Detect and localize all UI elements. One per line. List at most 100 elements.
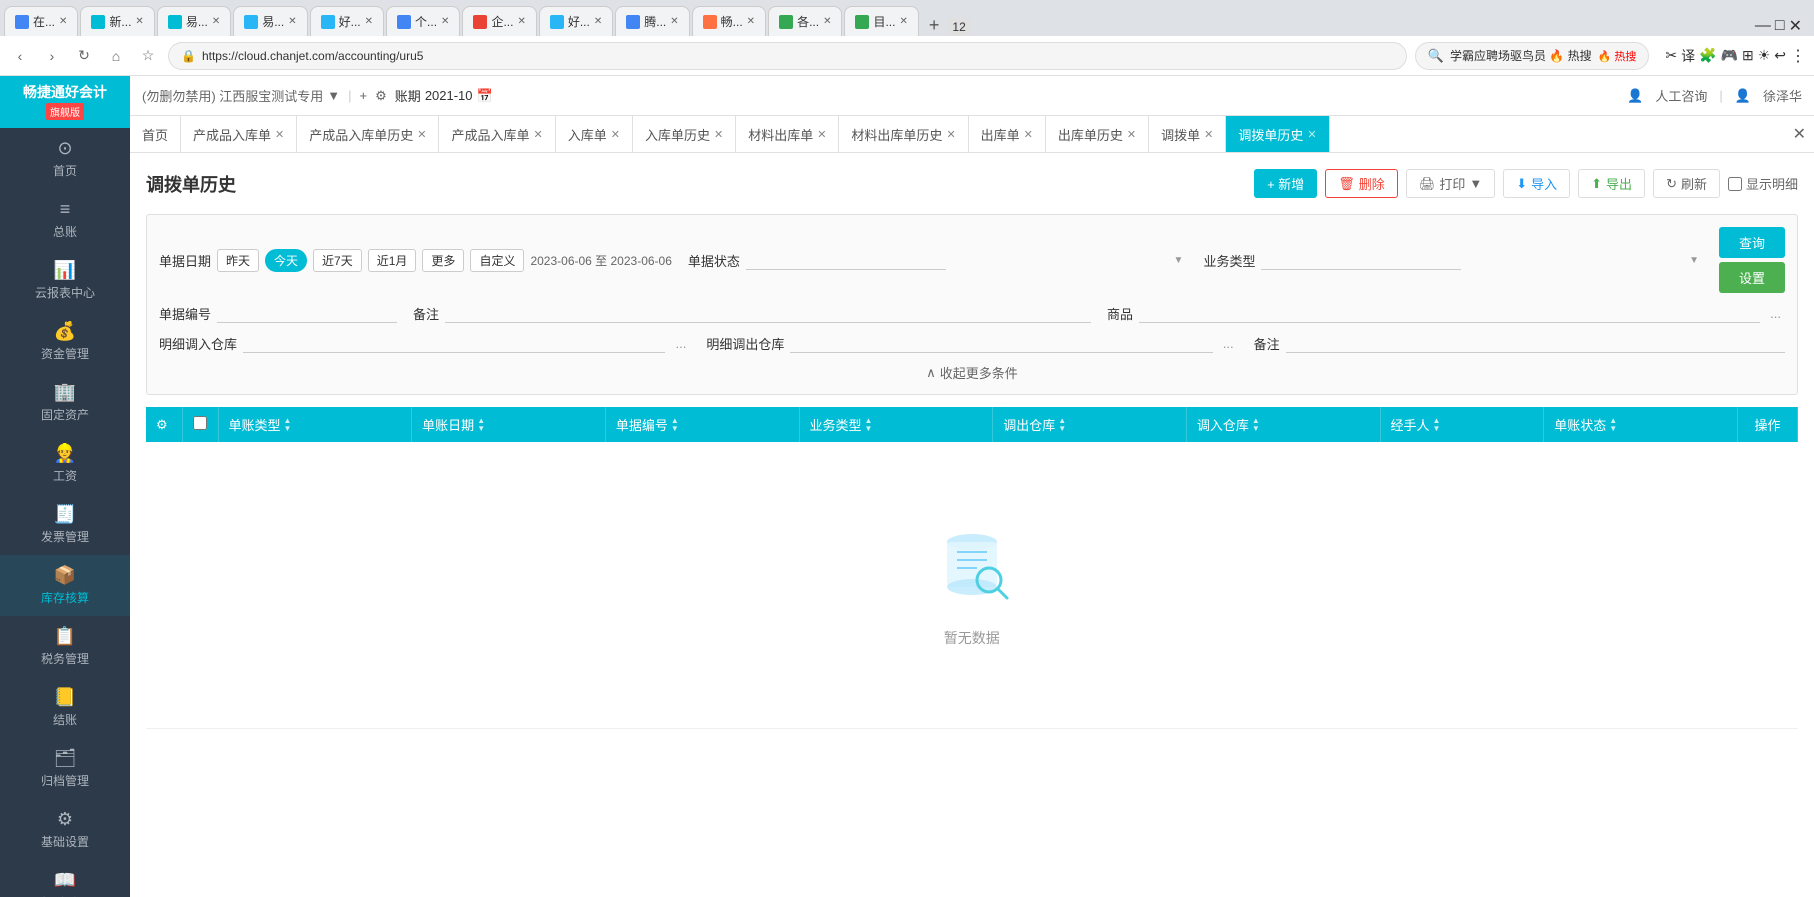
filter-date-custom[interactable]: 自定义 xyxy=(470,249,524,272)
th-biztype[interactable]: 业务类型 ▲▼ xyxy=(799,407,993,442)
bookmark-button[interactable]: ☆ xyxy=(136,44,160,68)
history-icon[interactable]: ↩ xyxy=(1774,47,1786,64)
browser-tab-12[interactable]: 目... ✕ xyxy=(844,6,918,36)
page-tab-5-close[interactable]: ✕ xyxy=(714,128,723,141)
page-tab-8-close[interactable]: ✕ xyxy=(1024,128,1033,141)
refresh-button[interactable]: ↻ 刷新 xyxy=(1653,169,1720,198)
page-tab-7-close[interactable]: ✕ xyxy=(946,128,955,141)
add-company-button[interactable]: + xyxy=(360,88,368,103)
page-tab-home[interactable]: 首页 xyxy=(130,116,181,152)
filter-date-1month[interactable]: 近1月 xyxy=(368,249,417,272)
page-tab-5[interactable]: 入库单历史 ✕ xyxy=(633,116,736,152)
page-tab-3-close[interactable]: ✕ xyxy=(534,128,543,141)
page-tab-2-close[interactable]: ✕ xyxy=(417,128,426,141)
select-all-checkbox[interactable] xyxy=(193,416,207,430)
browser-tab-4[interactable]: 易... ✕ xyxy=(233,6,307,36)
th-check[interactable] xyxy=(182,407,218,442)
sidebar-item-home[interactable]: ⊙ 首页 xyxy=(0,128,130,189)
service-label[interactable]: 人工咨询 xyxy=(1655,86,1707,105)
new-tab-button[interactable]: + xyxy=(929,15,940,36)
sidebar-item-close[interactable]: 📒 结账 xyxy=(0,677,130,738)
sidebar-item-ledger[interactable]: ≡ 总账 xyxy=(0,189,130,250)
menu-icon[interactable]: ⋮ xyxy=(1790,46,1806,66)
show-full-label[interactable]: 显示明细 xyxy=(1728,174,1798,193)
delete-button[interactable]: 🗑 删除 xyxy=(1325,169,1398,198)
tab-close-6[interactable]: ✕ xyxy=(441,16,449,27)
calendar-icon[interactable]: 📅 xyxy=(477,88,493,104)
page-tab-11[interactable]: 调拨单历史 ✕ xyxy=(1226,116,1329,152)
filter-status-select[interactable] xyxy=(746,250,946,270)
filter-date-yesterday[interactable]: 昨天 xyxy=(217,249,259,272)
th-gear[interactable]: ⚙ xyxy=(146,407,182,442)
page-tab-10[interactable]: 调拨单 ✕ xyxy=(1149,116,1226,152)
forward-button[interactable]: › xyxy=(40,44,64,68)
filter-detail-out-input[interactable] xyxy=(790,333,1212,353)
browser-tab-3[interactable]: 易... ✕ xyxy=(157,6,231,36)
th-out-warehouse[interactable]: 调出仓库 ▲▼ xyxy=(993,407,1187,442)
browser-tab-2[interactable]: 新... ✕ xyxy=(80,6,154,36)
th-type[interactable]: 单账类型 ▲▼ xyxy=(218,407,412,442)
page-tab-1[interactable]: 产成品入库单 ✕ xyxy=(181,116,297,152)
th-date[interactable]: 单账日期 ▲▼ xyxy=(412,407,606,442)
tab-close-3[interactable]: ✕ xyxy=(212,16,220,27)
tab-close-2[interactable]: ✕ xyxy=(135,16,143,27)
browser-tab-1[interactable]: 在... ✕ xyxy=(4,6,78,36)
company-selector[interactable]: (勿删勿禁用) 江西服宝测试专用 ▼ xyxy=(142,86,340,105)
export-button[interactable]: ⬆ 导出 xyxy=(1578,169,1645,198)
minimize-button[interactable]: — xyxy=(1755,17,1771,35)
page-tab-3[interactable]: 产成品入库单 ✕ xyxy=(439,116,555,152)
tab-close-9[interactable]: ✕ xyxy=(670,16,678,27)
page-tab-6-close[interactable]: ✕ xyxy=(817,128,826,141)
print-button[interactable]: 🖨 打印 ▼ xyxy=(1406,169,1495,198)
setting-button[interactable]: 设置 xyxy=(1719,262,1785,293)
gaming-icon[interactable]: 🎮 xyxy=(1721,47,1738,64)
url-bar[interactable]: 🔒 https://cloud.chanjet.com/accounting/u… xyxy=(168,42,1407,70)
collapse-button[interactable]: ∧ 收起更多条件 xyxy=(159,363,1785,382)
filter-biztype-select[interactable] xyxy=(1261,250,1461,270)
sidebar-item-settings[interactable]: ⚙ 基础设置 xyxy=(0,799,130,860)
page-tab-9[interactable]: 出库单历史 ✕ xyxy=(1046,116,1149,152)
brightness-icon[interactable]: ☀ xyxy=(1758,47,1771,64)
refresh-nav-button[interactable]: ↻ xyxy=(72,44,96,68)
new-button[interactable]: + 新增 xyxy=(1254,169,1317,198)
filter-goods-dots[interactable]: ... xyxy=(1766,306,1785,321)
tab-close-4[interactable]: ✕ xyxy=(288,16,296,27)
grid-icon[interactable]: ⊞ xyxy=(1742,47,1754,64)
filter-goods-input[interactable] xyxy=(1139,303,1760,323)
home-button[interactable]: ⌂ xyxy=(104,44,128,68)
tab-close-12[interactable]: ✕ xyxy=(899,16,907,27)
back-button[interactable]: ‹ xyxy=(8,44,32,68)
page-tab-7[interactable]: 材料出库单历史 ✕ xyxy=(839,116,968,152)
settings-top-icon[interactable]: ⚙ xyxy=(375,88,387,104)
sidebar-item-tax[interactable]: 📋 税务管理 xyxy=(0,616,130,677)
filter-detail-out-dots[interactable]: ... xyxy=(1219,336,1238,351)
sidebar-item-invoice[interactable]: 🧾 发票管理 xyxy=(0,494,130,555)
sidebar-item-guide[interactable]: 📖 新手引导 xyxy=(0,860,130,897)
page-tab-8[interactable]: 出库单 ✕ xyxy=(969,116,1046,152)
browser-tab-11[interactable]: 各... ✕ xyxy=(768,6,842,36)
th-in-warehouse[interactable]: 调入仓库 ▲▼ xyxy=(1186,407,1380,442)
page-tab-11-close[interactable]: ✕ xyxy=(1307,128,1316,141)
tab-close-11[interactable]: ✕ xyxy=(823,16,831,27)
import-button[interactable]: ⬇ 导入 xyxy=(1503,169,1570,198)
sidebar-item-archive[interactable]: 🗂 归档管理 xyxy=(0,738,130,799)
th-handler[interactable]: 经手人 ▲▼ xyxy=(1380,407,1544,442)
sidebar-item-salary[interactable]: 👷 工资 xyxy=(0,433,130,494)
close-window-button[interactable]: ✕ xyxy=(1789,16,1802,36)
tab-close-10[interactable]: ✕ xyxy=(747,16,755,27)
filter-date-today[interactable]: 今天 xyxy=(265,249,307,272)
tab-close-1[interactable]: ✕ xyxy=(59,16,67,27)
browser-tab-5[interactable]: 好... ✕ xyxy=(310,6,384,36)
page-tab-6[interactable]: 材料出库单 ✕ xyxy=(736,116,839,152)
search-bar[interactable]: 🔍 学霸应聘场驱鸟员 🔥 热搜 🔥 热搜 xyxy=(1415,42,1650,70)
maximize-button[interactable]: □ xyxy=(1775,17,1785,35)
filter-remark-input[interactable] xyxy=(445,303,1091,323)
page-tab-4-close[interactable]: ✕ xyxy=(611,128,620,141)
sidebar-item-inventory[interactable]: 📦 库存核算 xyxy=(0,555,130,616)
translate-icon[interactable]: 译 xyxy=(1681,46,1695,66)
tools-icon[interactable]: ✂ xyxy=(1665,47,1677,64)
tab-count[interactable]: 12 xyxy=(947,18,970,36)
page-tab-10-close[interactable]: ✕ xyxy=(1204,128,1213,141)
browser-tab-6[interactable]: 个... ✕ xyxy=(386,6,460,36)
browser-tab-10[interactable]: 畅... ✕ xyxy=(692,6,766,36)
